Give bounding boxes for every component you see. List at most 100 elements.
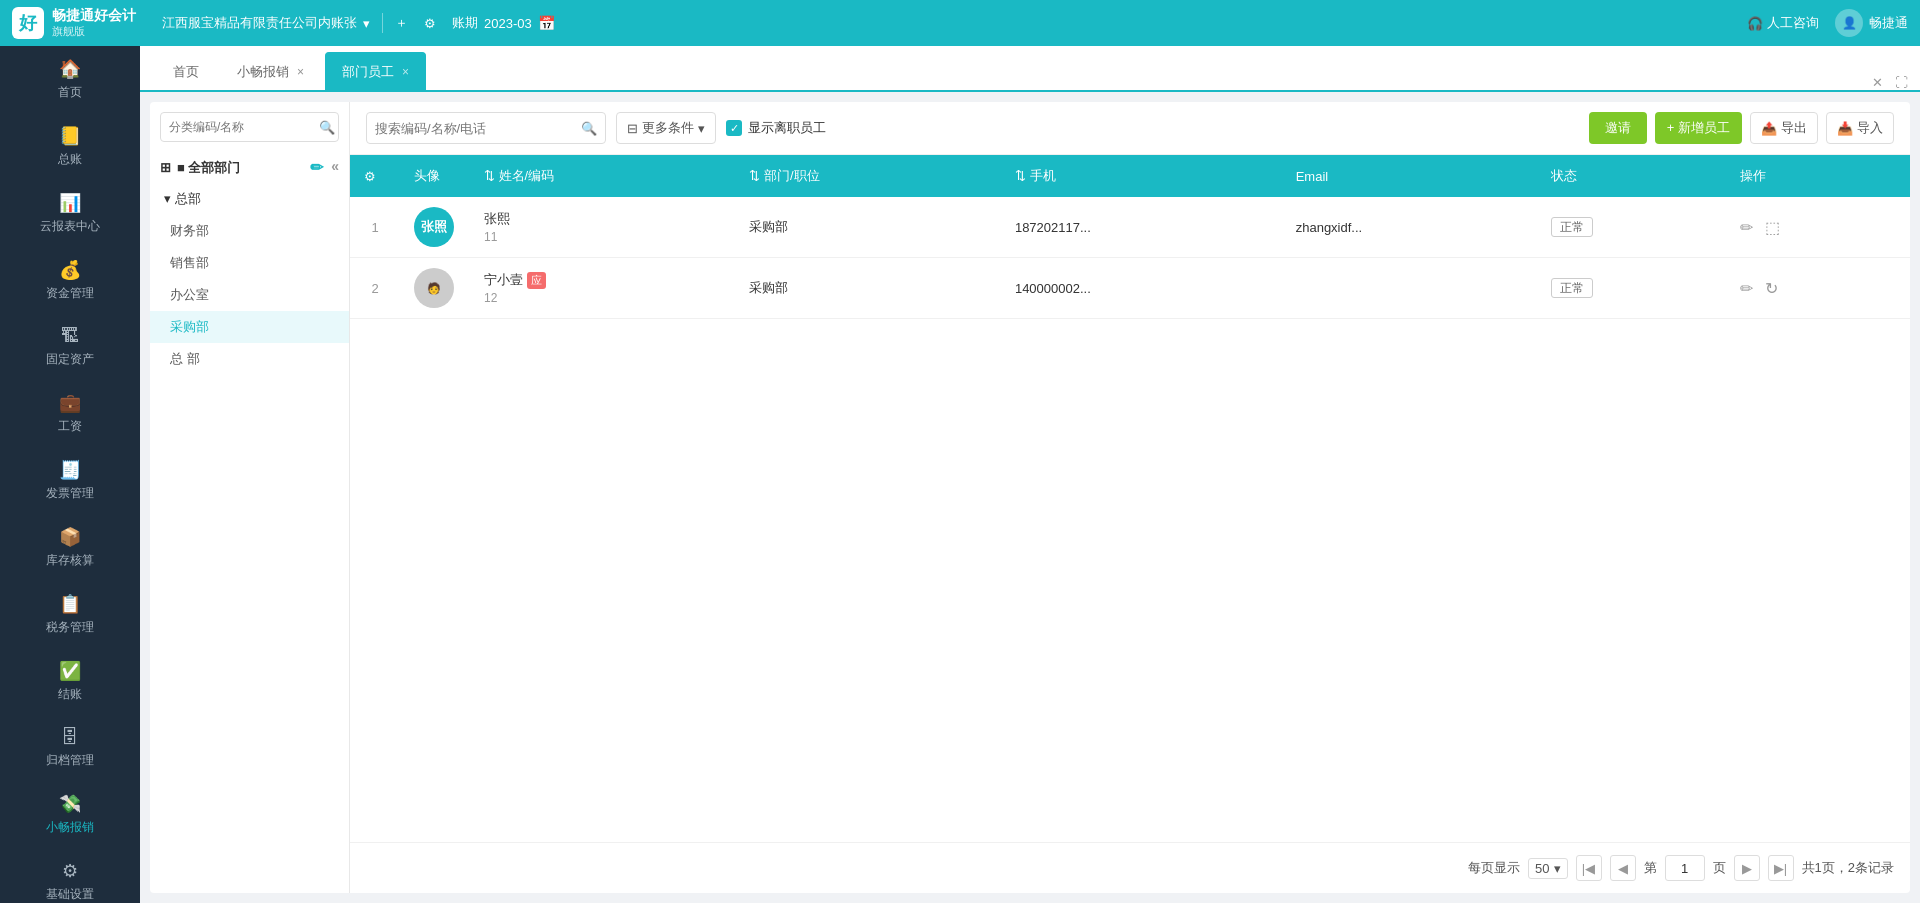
employee-panel: 🔍 ⊟ 更多条件 ▾ ✓ 显示离职员工 邀请 + 新增员工 bbox=[350, 102, 1910, 893]
col-status: 状态 bbox=[1537, 155, 1726, 197]
status-badge-2: 正常 bbox=[1551, 278, 1593, 298]
close-window-icon[interactable]: ✕ bbox=[1872, 75, 1883, 90]
sidebar-label-tax: 税务管理 bbox=[46, 619, 94, 636]
col-avatar: 头像 bbox=[400, 155, 470, 197]
total-label: 共1页，2条记录 bbox=[1802, 859, 1894, 877]
import-button[interactable]: 📥 导入 bbox=[1826, 112, 1894, 144]
add-employee-button[interactable]: + 新增员工 bbox=[1655, 112, 1742, 144]
dept-item-office[interactable]: 办公室 bbox=[150, 279, 349, 311]
edit-icon-2[interactable]: ✏ bbox=[1740, 279, 1753, 298]
filter-button[interactable]: ⊟ 更多条件 ▾ bbox=[616, 112, 716, 144]
sidebar-label-settle: 结账 bbox=[58, 686, 82, 703]
sidebar-item-reports[interactable]: 📊 云报表中心 bbox=[0, 180, 140, 247]
show-resigned-label: 显示离职员工 bbox=[748, 119, 826, 137]
tab-home-label: 首页 bbox=[173, 63, 199, 81]
sidebar-item-funds[interactable]: 💰 资金管理 bbox=[0, 247, 140, 314]
row-email-2 bbox=[1282, 258, 1537, 319]
invite-button[interactable]: 邀请 bbox=[1589, 112, 1647, 144]
show-resigned-toggle[interactable]: ✓ 显示离职员工 bbox=[726, 119, 826, 137]
dept-item-general[interactable]: 总 部 bbox=[150, 343, 349, 375]
dept-edit-icon[interactable]: ✏ bbox=[310, 158, 323, 177]
last-page-button[interactable]: ▶| bbox=[1768, 855, 1794, 881]
import-icon: 📥 bbox=[1837, 121, 1853, 136]
employee-search-box[interactable]: 🔍 bbox=[366, 112, 606, 144]
tab-dept[interactable]: 部门员工 × bbox=[325, 52, 426, 90]
dropdown-icon: ▾ bbox=[363, 16, 370, 31]
sidebar-item-settings[interactable]: ⚙ 基础设置 bbox=[0, 848, 140, 903]
service-button[interactable]: 🎧 人工咨询 bbox=[1747, 14, 1819, 32]
prev-page-button[interactable]: ◀ bbox=[1610, 855, 1636, 881]
sidebar-label-salary: 工资 bbox=[58, 418, 82, 435]
tab-expense-close[interactable]: × bbox=[297, 65, 304, 79]
ledger-icon: 📒 bbox=[59, 125, 81, 147]
sidebar-item-ledger[interactable]: 📒 总账 bbox=[0, 113, 140, 180]
sidebar-item-home[interactable]: 🏠 首页 bbox=[0, 46, 140, 113]
action-icons-2: ✏ ↻ bbox=[1740, 279, 1896, 298]
expand-window-icon[interactable]: ⛶ bbox=[1895, 75, 1908, 90]
settings-icon[interactable]: ⚙ bbox=[424, 16, 436, 31]
per-page-select[interactable]: 50 ▾ bbox=[1528, 858, 1567, 879]
salary-icon: 💼 bbox=[59, 392, 81, 414]
calendar-icon[interactable]: 📅 bbox=[538, 15, 555, 31]
sidebar-label-settings: 基础设置 bbox=[46, 886, 94, 903]
page-label: 第 bbox=[1644, 859, 1657, 877]
tab-home[interactable]: 首页 bbox=[156, 52, 216, 90]
edit-icon-1[interactable]: ✏ bbox=[1740, 218, 1753, 237]
sidebar-label-archive: 归档管理 bbox=[46, 752, 94, 769]
sidebar-item-expense[interactable]: 💸 小畅报销 bbox=[0, 781, 140, 848]
logo-sub: 旗舰版 bbox=[52, 24, 136, 39]
sidebar-item-archive[interactable]: 🗄 归档管理 bbox=[0, 715, 140, 781]
sidebar-item-inventory[interactable]: 📦 库存核算 bbox=[0, 514, 140, 581]
filter-label: 更多条件 bbox=[642, 119, 694, 137]
table-settings-icon[interactable]: ⚙ bbox=[364, 169, 376, 184]
sidebar-item-tax[interactable]: 📋 税务管理 bbox=[0, 581, 140, 648]
tax-icon: 📋 bbox=[59, 593, 81, 615]
sidebar: 🏠 首页 📒 总账 📊 云报表中心 💰 资金管理 🏗 固定资产 💼 工资 🧾 发… bbox=[0, 46, 140, 903]
row-name-2: 宁小壹 应 12 bbox=[470, 258, 735, 319]
row-avatar-1: 张照 bbox=[400, 197, 470, 258]
col-name[interactable]: ⇅ 姓名/编码 bbox=[470, 155, 735, 197]
show-resigned-checkbox[interactable]: ✓ bbox=[726, 120, 742, 136]
employee-search-input[interactable] bbox=[375, 121, 581, 136]
sidebar-item-invoice[interactable]: 🧾 发票管理 bbox=[0, 447, 140, 514]
sidebar-item-settle[interactable]: ✅ 结账 bbox=[0, 648, 140, 715]
dept-collapse-icon[interactable]: « bbox=[331, 158, 339, 177]
dept-all-label[interactable]: ■ 全部部门 bbox=[177, 159, 240, 177]
account-period: 账期 2023-03 📅 bbox=[452, 14, 555, 32]
page-input[interactable] bbox=[1665, 855, 1705, 881]
delete-icon-1[interactable]: ⬚ bbox=[1765, 218, 1780, 237]
row-dept-2: 采购部 bbox=[735, 258, 1000, 319]
refresh-icon-2[interactable]: ↻ bbox=[1765, 279, 1778, 298]
next-page-button[interactable]: ▶ bbox=[1734, 855, 1760, 881]
sidebar-label-reports: 云报表中心 bbox=[40, 218, 100, 235]
funds-icon: 💰 bbox=[59, 259, 81, 281]
sidebar-item-assets[interactable]: 🏗 固定资产 bbox=[0, 314, 140, 380]
tab-expense[interactable]: 小畅报销 × bbox=[220, 52, 321, 90]
sidebar-label-ledger: 总账 bbox=[58, 151, 82, 168]
user-info[interactable]: 👤 畅捷通 bbox=[1835, 9, 1908, 37]
status-badge-1: 正常 bbox=[1551, 217, 1593, 237]
first-page-button[interactable]: |◀ bbox=[1576, 855, 1602, 881]
invoice-icon: 🧾 bbox=[59, 459, 81, 481]
dept-item-sales[interactable]: 销售部 bbox=[150, 247, 349, 279]
per-page-label: 每页显示 bbox=[1468, 859, 1520, 877]
dept-item-purchase[interactable]: 采购部 bbox=[150, 311, 349, 343]
emp-name-1: 张熙 bbox=[484, 210, 721, 228]
tab-dept-close[interactable]: × bbox=[402, 65, 409, 79]
dept-item-finance[interactable]: 财务部 bbox=[150, 215, 349, 247]
tab-window-controls: ✕ ⛶ bbox=[1872, 75, 1920, 90]
sidebar-item-salary[interactable]: 💼 工资 bbox=[0, 380, 140, 447]
export-button[interactable]: 📤 导出 bbox=[1750, 112, 1818, 144]
add-icon[interactable]: ＋ bbox=[395, 14, 408, 32]
col-dept[interactable]: ⇅ 部门/职位 bbox=[735, 155, 1000, 197]
company-name: 江西服宝精品有限责任公司内账张 bbox=[162, 14, 357, 32]
account-period-value: 2023-03 bbox=[484, 16, 532, 31]
dept-search-input[interactable] bbox=[169, 120, 319, 134]
dept-search-box[interactable]: 🔍 bbox=[160, 112, 339, 142]
col-phone[interactable]: ⇅ 手机 bbox=[1001, 155, 1282, 197]
col-settings[interactable]: ⚙ bbox=[350, 155, 400, 197]
company-selector[interactable]: 江西服宝精品有限责任公司内账张 ▾ bbox=[162, 14, 370, 32]
export-label: 导出 bbox=[1781, 119, 1807, 137]
col-action: 操作 bbox=[1726, 155, 1910, 197]
logo-icon: 好 bbox=[12, 7, 44, 39]
